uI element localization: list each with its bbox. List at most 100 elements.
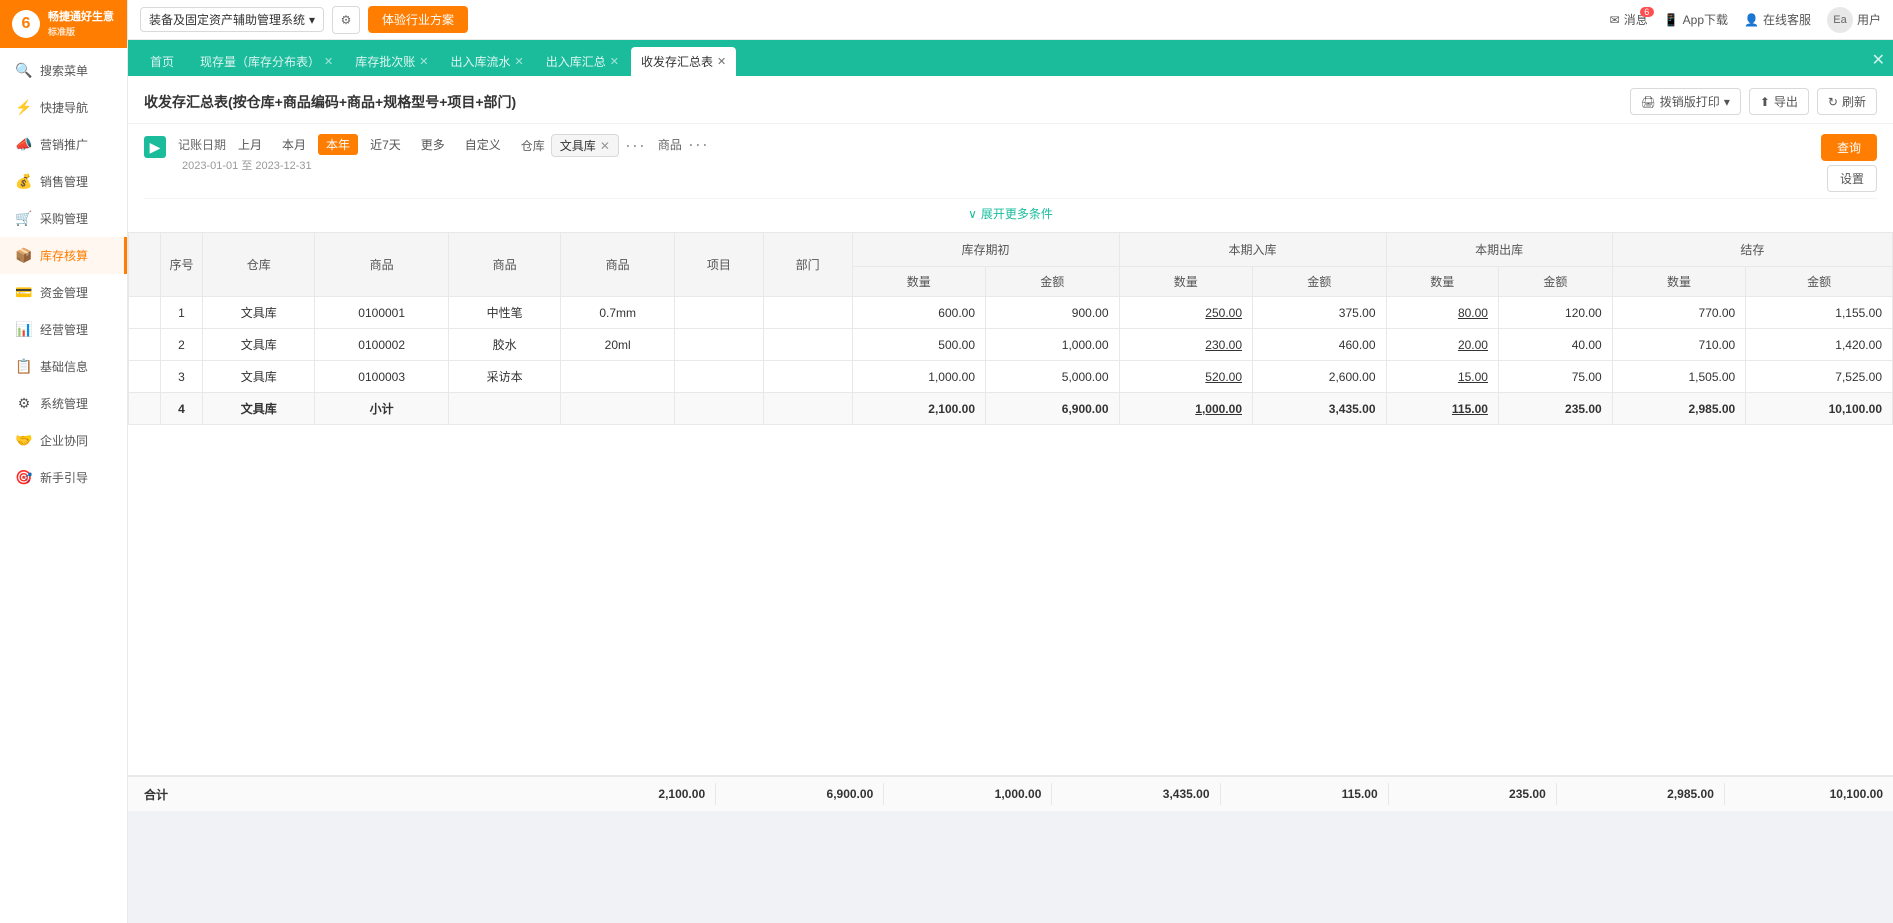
td-out-qty[interactable]: 15.00 [1386,361,1498,393]
sidebar-item-basic[interactable]: 📋 基础信息 [0,348,127,385]
tab-close-icon[interactable]: ✕ [717,55,726,68]
data-table: 序号 仓库 商品 商品 商品 项目 部门 库存期初 本期入库 本期出库 结存 数… [128,232,1893,425]
operations-icon: 📊 [16,322,32,338]
sidebar-item-marketing[interactable]: 📣 营销推广 [0,126,127,163]
expand-filters-button[interactable]: ∨ 展开更多条件 [144,198,1877,228]
td-in-qty[interactable]: 520.00 [1119,361,1253,393]
td-out-qty[interactable]: 20.00 [1386,329,1498,361]
sidebar-item-label: 企业协同 [40,432,88,449]
out-qty-link[interactable]: 80.00 [1458,306,1488,320]
out-qty-link[interactable]: 20.00 [1458,338,1488,352]
trial-button[interactable]: 体验行业方案 [368,6,468,33]
tab-close-icon[interactable]: ✕ [515,55,524,68]
td-subtotal-out-qty[interactable]: 115.00 [1386,393,1498,425]
tab-home-label: 首页 [150,53,174,70]
tab-batch[interactable]: 库存批次账 ✕ [345,47,438,76]
td-open-qty: 1,000.00 [852,361,986,393]
sidebar-item-finance[interactable]: 💳 资金管理 [0,274,127,311]
topbar: 装备及固定资产辅助管理系统 ▾ ⚙ 体验行业方案 ✉ 消息 6 📱 App下载 … [128,0,1893,40]
date-btn-7days[interactable]: 近7天 [362,134,409,155]
td-warehouse: 文具库 [203,329,315,361]
purchase-icon: 🛒 [16,211,32,227]
settings-gear-button[interactable]: ⚙ [332,6,360,34]
tab-stock-dist[interactable]: 现存量（库存分布表） ✕ [190,47,343,76]
sidebar-item-guide[interactable]: 🎯 新手引导 [0,459,127,496]
user-menu[interactable]: Ea 用户 [1827,7,1881,33]
filter-toggle-button[interactable]: ▶ [144,136,166,158]
sidebar-item-operations[interactable]: 📊 经营管理 [0,311,127,348]
tab-close-icon[interactable]: ✕ [610,55,619,68]
td-project [675,329,764,361]
out-qty-link[interactable]: 15.00 [1458,370,1488,384]
settings-button[interactable]: 设置 [1827,165,1877,192]
td-row-check [129,361,161,393]
td-subtotal-bal-qty: 2,985.00 [1612,393,1746,425]
td-out-qty[interactable]: 80.00 [1386,297,1498,329]
td-in-qty[interactable]: 250.00 [1119,297,1253,329]
sidebar-item-inventory[interactable]: 📦 库存核算 [0,237,127,274]
sales-icon: 💰 [16,174,32,190]
th-out-qty: 数量 [1386,267,1498,297]
in-qty-link[interactable]: 230.00 [1205,338,1242,352]
td-open-amt: 5,000.00 [986,361,1120,393]
sidebar-item-quick[interactable]: ⚡ 快捷导航 [0,89,127,126]
export-button[interactable]: ⬆ 导出 [1749,88,1809,115]
td-subtotal-open-qty: 2,100.00 [852,393,986,425]
subtotal-in-qty-link[interactable]: 1,000.00 [1195,402,1242,416]
tab-close-icon[interactable]: ✕ [324,55,333,68]
print-button[interactable]: 🖨 拨销版打印 ▾ [1630,88,1741,115]
goods-more-dots[interactable]: ··· [688,134,709,155]
td-in-amt: 2,600.00 [1253,361,1387,393]
date-btn-this-year[interactable]: 本年 [318,134,358,155]
date-btn-this-month[interactable]: 本月 [274,134,314,155]
tab-home[interactable]: 首页 [136,47,188,76]
tab-flow[interactable]: 出入库流水 ✕ [440,47,533,76]
sidebar-item-purchase[interactable]: 🛒 采购管理 [0,200,127,237]
th-outbound-group: 本期出库 [1386,233,1612,267]
sidebar-item-sales[interactable]: 💰 销售管理 [0,163,127,200]
warehouse-filter-group: 仓库 文具库 ✕ ··· [521,134,646,157]
td-in-amt: 375.00 [1253,297,1387,329]
in-qty-link[interactable]: 250.00 [1205,306,1242,320]
date-range-display: 2023-01-01 至 2023-12-31 [178,157,509,173]
tab-collect-summary[interactable]: 收发存汇总表 ✕ [631,47,736,76]
warehouse-tag-remove[interactable]: ✕ [600,139,610,153]
online-service-button[interactable]: 👤 在线客服 [1744,11,1811,28]
warehouse-more-dots[interactable]: ··· [625,135,646,156]
td-subtotal-in-qty[interactable]: 1,000.00 [1119,393,1253,425]
td-name1: 中性笔 [448,297,560,329]
close-tab-bar-button[interactable]: ✕ [1872,50,1885,76]
td-in-qty[interactable]: 230.00 [1119,329,1253,361]
th-project: 项目 [675,233,764,297]
date-btn-last-month[interactable]: 上月 [230,134,270,155]
td-in-amt: 460.00 [1253,329,1387,361]
search-button[interactable]: 查询 [1821,134,1877,161]
sidebar-item-search[interactable]: 🔍 搜索菜单 [0,52,127,89]
message-button[interactable]: ✉ 消息 6 [1610,11,1648,28]
footer-in-amt: 3,435.00 [1052,783,1220,805]
date-btn-more[interactable]: 更多 [413,134,453,155]
th-settings[interactable] [129,233,161,297]
subtotal-out-qty-link[interactable]: 115.00 [1452,402,1488,416]
sidebar-item-corp[interactable]: 🤝 企业协同 [0,422,127,459]
refresh-button[interactable]: ↻ 刷新 [1817,88,1877,115]
td-subtotal-label: 小计 [315,393,449,425]
th-opening-group: 库存期初 [852,233,1119,267]
download-icon: 📱 [1664,13,1679,27]
sidebar-item-system[interactable]: ⚙ 系统管理 [0,385,127,422]
date-btn-custom[interactable]: 自定义 [457,134,509,155]
td-dept [763,361,852,393]
page-title: 收发存汇总表(按仓库+商品编码+商品+规格型号+项目+部门) [144,92,516,112]
tab-close-icon[interactable]: ✕ [419,55,428,68]
tab-io-summary[interactable]: 出入库汇总 ✕ [536,47,629,76]
app-selector[interactable]: 装备及固定资产辅助管理系统 ▾ [140,7,324,32]
sidebar-item-label: 资金管理 [40,284,88,301]
td-name1: 采访本 [448,361,560,393]
app-download-button[interactable]: 📱 App下载 [1664,11,1728,28]
refresh-icon: ↻ [1828,95,1838,109]
td-open-qty: 500.00 [852,329,986,361]
in-qty-link[interactable]: 520.00 [1205,370,1242,384]
logo-text: 畅捷通好生意 标准版 [48,10,114,38]
date-filter-row: 记账日期 上月 本月 本年 近7天 更多 自定义 [178,134,509,155]
footer-out-qty: 115.00 [1221,783,1389,805]
